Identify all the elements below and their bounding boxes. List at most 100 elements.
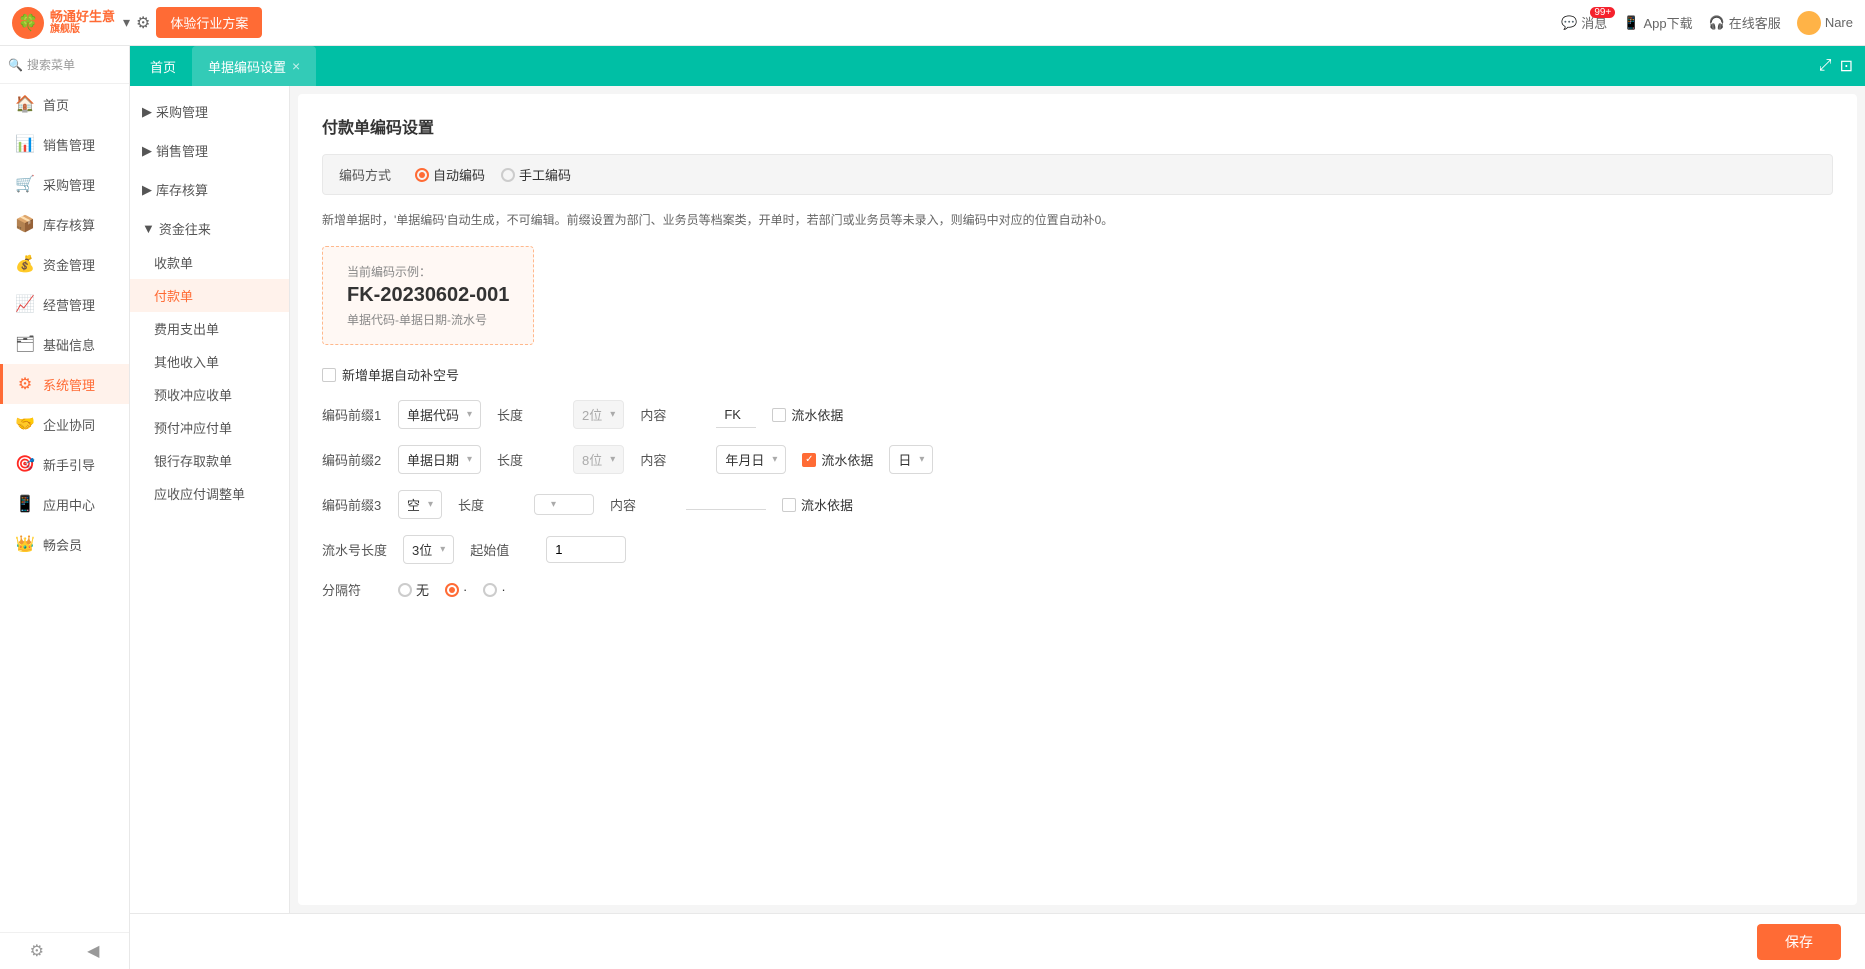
prefix1-select[interactable]: 单据代码 ▾ <box>398 400 481 429</box>
prefix3-length-select[interactable]: ▾ <box>534 494 594 515</box>
tab-close-icon[interactable]: × <box>292 58 300 74</box>
radio-manual[interactable]: 手工编码 <box>501 165 571 184</box>
prefix1-waterfall-check[interactable]: 流水依据 <box>772 405 843 424</box>
sub-sidebar-expense[interactable]: 费用支出单 <box>130 312 289 345</box>
sidebar-item-sales-label: 销售管理 <box>43 135 95 154</box>
code-example-value: FK-20230602-001 <box>347 284 509 307</box>
message-button[interactable]: 💬 消息 99+ <box>1561 13 1607 32</box>
chevron-right-icon: ▶ <box>142 104 152 120</box>
sub-sidebar-other-income[interactable]: 其他收入单 <box>130 345 289 378</box>
separator-label: 分隔符 <box>322 580 382 599</box>
sidebar-item-member[interactable]: 👑 畅会员 <box>0 524 129 564</box>
tab-encoding[interactable]: 单据编码设置 × <box>192 46 316 86</box>
prefix2-unit-chevron: ▾ <box>919 454 924 465</box>
tab-home-label: 首页 <box>150 57 176 76</box>
sidebar-item-home-label: 首页 <box>43 95 69 114</box>
sub-sidebar-bank[interactable]: 银行存取款单 <box>130 444 289 477</box>
sidebar-item-sales[interactable]: 📊 销售管理 <box>0 124 129 164</box>
sidebar-item-apps-label: 应用中心 <box>43 495 95 514</box>
tab-encoding-label: 单据编码设置 <box>208 57 286 76</box>
topbar-nav: ▾ ⚙ 体验行业方案 <box>123 7 262 38</box>
sub-sidebar: ▶ 采购管理 ▶ 销售管理 ▶ 库存核算 <box>130 86 290 913</box>
nav-dropdown-arrow[interactable]: ▾ <box>123 14 130 31</box>
sub-sidebar-payment[interactable]: 付款单 <box>130 279 289 312</box>
tab-expand-icon[interactable]: ⤢ <box>1819 57 1832 75</box>
online-service-button[interactable]: 🎧 在线客服 <box>1709 13 1781 32</box>
radio-auto[interactable]: 自动编码 <box>415 165 485 184</box>
info-text: 新增单据时，'单据编码'自动生成，不可编辑。前缀设置为部门、业务员等档案类，开单… <box>322 211 1833 230</box>
message-icon: 💬 <box>1561 15 1577 31</box>
sidebar-item-cooperation[interactable]: 🤝 企业协同 <box>0 404 129 444</box>
service-icon: 🎧 <box>1709 15 1725 31</box>
sidebar-item-finance[interactable]: 💰 资金管理 <box>0 244 129 284</box>
prefix1-content-value: FK <box>716 402 756 428</box>
experience-button[interactable]: 体验行业方案 <box>156 7 262 38</box>
cooperation-icon: 🤝 <box>15 414 35 434</box>
sub-sidebar-group-purchase: ▶ 采购管理 <box>130 94 289 129</box>
app-download-button[interactable]: 📱 App下载 <box>1623 13 1692 32</box>
tab-collapse-icon[interactable]: ⊡ <box>1840 56 1853 76</box>
prefix1-chevron: ▾ <box>467 409 472 420</box>
radio-group-encoding: 自动编码 手工编码 <box>415 165 571 184</box>
sub-sidebar-purchase-header[interactable]: ▶ 采购管理 <box>130 94 289 129</box>
member-icon: 👑 <box>15 534 35 554</box>
sidebar-item-apps[interactable]: 📱 应用中心 <box>0 484 129 524</box>
auto-fill-checkbox[interactable]: 新增单据自动补空号 <box>322 365 1833 384</box>
sub-sidebar-adjustment[interactable]: 应收应付调整单 <box>130 477 289 510</box>
sub-sidebar-inventory-label: 库存核算 <box>156 180 208 199</box>
prefix3-length-chevron: ▾ <box>551 499 556 510</box>
finance-icon: 💰 <box>15 254 35 274</box>
sidebar-item-basic-label: 基础信息 <box>43 335 95 354</box>
sidebar-collapse-icon[interactable]: ◀ <box>87 941 99 961</box>
prefix2-waterfall-check[interactable]: ✓ 流水依据 <box>802 450 873 469</box>
operations-icon: 📈 <box>15 294 35 314</box>
sep-dash-label: · <box>501 582 505 597</box>
prefix3-waterfall-check[interactable]: 流水依据 <box>782 495 853 514</box>
serial-length-select[interactable]: 3位 ▾ <box>403 535 454 564</box>
sep-dash-dot <box>483 583 497 597</box>
settings-icon[interactable]: ⚙ <box>136 13 150 33</box>
sub-sidebar-finance-header[interactable]: ▼ 资金往来 <box>130 211 289 246</box>
prefix1-length-select: 2位 ▾ <box>573 400 624 429</box>
topbar-left: 🍀 畅通好生意 旗舰版 ▾ ⚙ 体验行业方案 <box>12 7 262 39</box>
sidebar-item-system[interactable]: ⚙ 系统管理 <box>0 364 129 404</box>
sidebar-item-member-label: 畅会员 <box>43 535 82 554</box>
sidebar-item-operations[interactable]: 📈 经营管理 <box>0 284 129 324</box>
sub-sidebar-purchase-label: 采购管理 <box>156 102 208 121</box>
message-badge: 99+ <box>1590 7 1615 18</box>
sub-sidebar-inventory-header[interactable]: ▶ 库存核算 <box>130 172 289 207</box>
app-icon: 📱 <box>1623 15 1639 31</box>
prefix2-select[interactable]: 单据日期 ▾ <box>398 445 481 474</box>
sidebar-search[interactable]: 🔍 搜索菜单 <box>0 46 129 84</box>
sidebar-item-purchase[interactable]: 🛒 采购管理 <box>0 164 129 204</box>
sep-dot[interactable]: · <box>445 582 467 597</box>
basic-icon: 🗂 <box>15 334 35 354</box>
prefix1-check-box <box>772 408 786 422</box>
sub-sidebar-finance-label: 资金往来 <box>159 219 211 238</box>
sub-sidebar-pre-payable[interactable]: 预付冲应付单 <box>130 411 289 444</box>
sep-dash[interactable]: · <box>483 582 505 597</box>
start-value-input[interactable] <box>546 536 626 563</box>
prefix2-content-select[interactable]: 年月日 ▾ <box>716 445 786 474</box>
user-name: Nare <box>1825 15 1853 30</box>
sidebar-item-inventory[interactable]: 📦 库存核算 <box>0 204 129 244</box>
sub-sidebar-group-sales: ▶ 销售管理 <box>130 133 289 168</box>
prefix3-select[interactable]: 空 ▾ <box>398 490 442 519</box>
sidebar-item-basic[interactable]: 🗂 基础信息 <box>0 324 129 364</box>
sidebar-item-guide[interactable]: 🎯 新手引导 <box>0 444 129 484</box>
separator-row: 分隔符 无 · · <box>322 580 1833 599</box>
logo: 🍀 畅通好生意 旗舰版 <box>12 7 115 39</box>
sep-none-label: 无 <box>416 580 429 599</box>
sub-sidebar-receipt[interactable]: 收款单 <box>130 246 289 279</box>
sep-none[interactable]: 无 <box>398 580 429 599</box>
code-example-box: 当前编码示例： FK-20230602-001 单据代码-单据日期-流水号 <box>322 246 534 345</box>
sidebar-settings-icon[interactable]: ⚙ <box>30 941 44 961</box>
sub-sidebar-pre-receivable[interactable]: 预收冲应收单 <box>130 378 289 411</box>
sub-sidebar-sales-header[interactable]: ▶ 销售管理 <box>130 133 289 168</box>
user-area[interactable]: Nare <box>1797 11 1853 35</box>
sidebar-item-home[interactable]: 🏠 首页 <box>0 84 129 124</box>
prefix2-unit-select[interactable]: 日 ▾ <box>889 445 933 474</box>
chevron-right-icon3: ▶ <box>142 182 152 198</box>
tab-home[interactable]: 首页 <box>134 46 192 86</box>
save-button[interactable]: 保存 <box>1757 924 1841 960</box>
